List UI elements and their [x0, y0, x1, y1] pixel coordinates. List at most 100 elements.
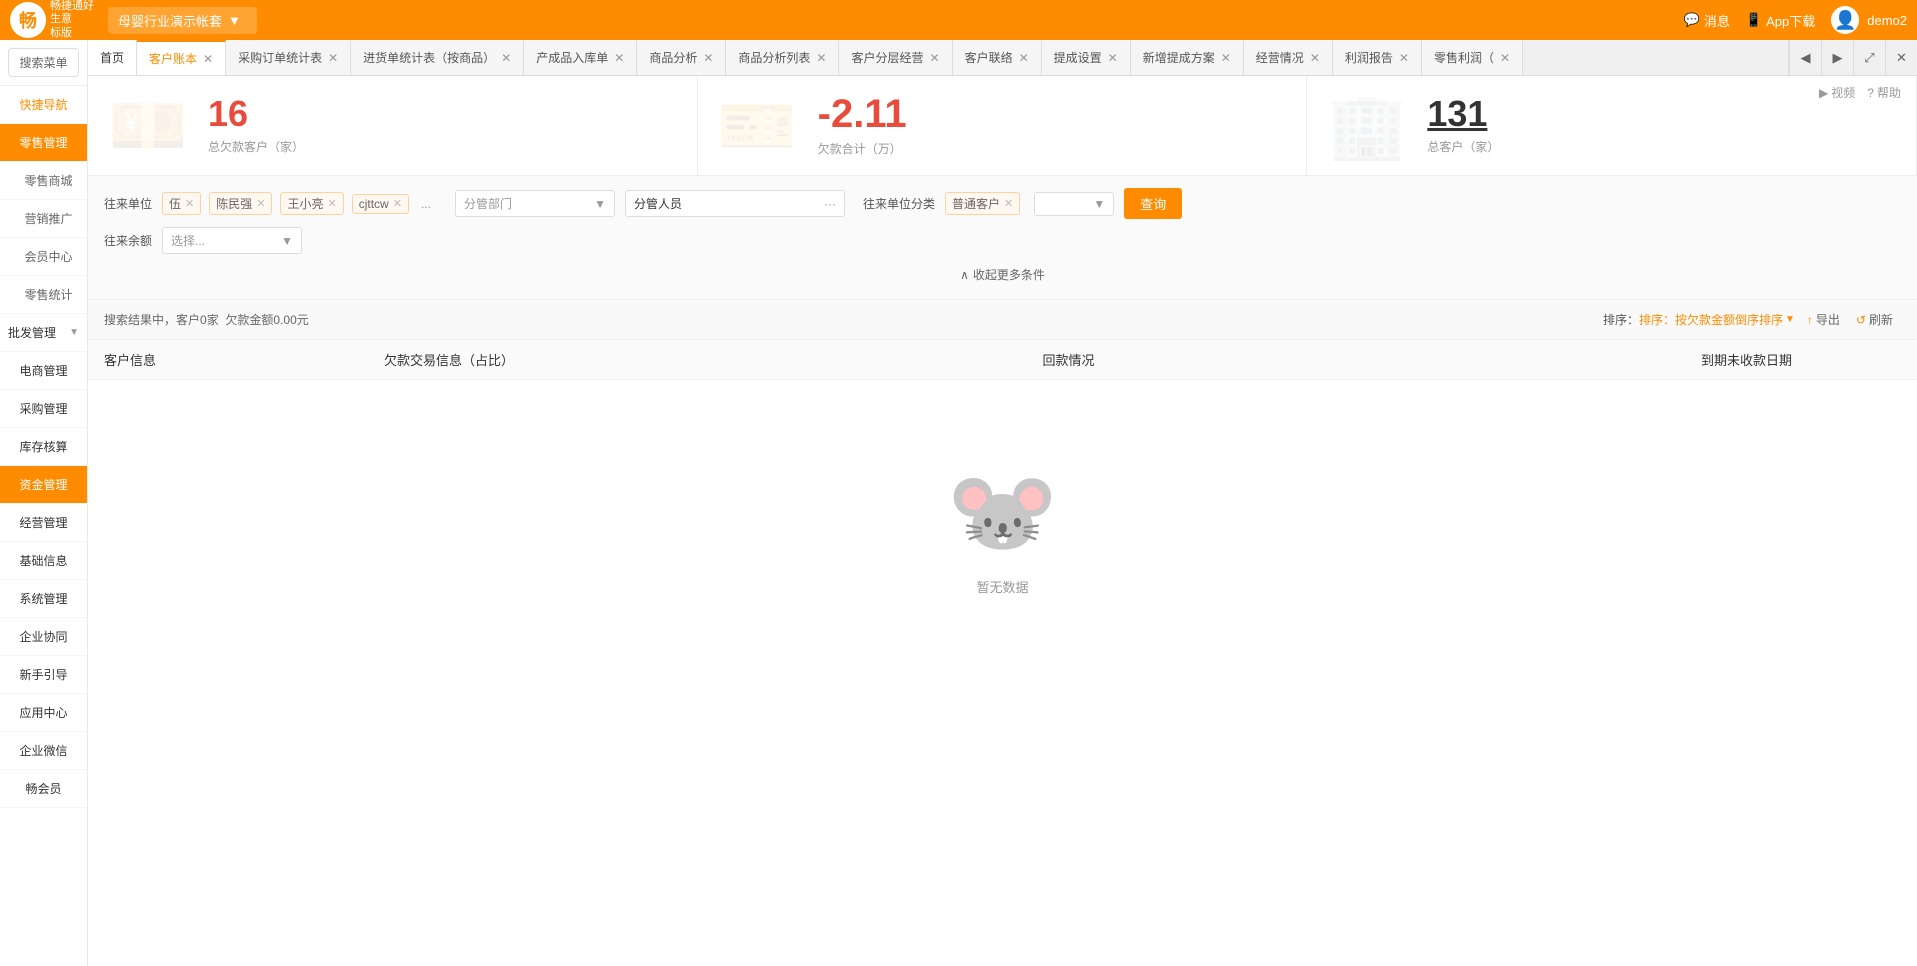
- person-filter-select[interactable]: 分管人员 ···: [625, 190, 845, 217]
- table-body: 🐭 暂无数据: [88, 380, 1917, 780]
- tab-next-btn[interactable]: ▶: [1821, 40, 1853, 76]
- sidebar-item-inventory[interactable]: 库存核算: [0, 428, 87, 466]
- remove-tag-cjttcw[interactable]: ✕: [393, 197, 402, 210]
- sidebar-item-system[interactable]: 系统管理: [0, 580, 87, 618]
- unit-tag-wang: 王小亮 ✕: [280, 192, 343, 215]
- sidebar-item-app-center[interactable]: 应用中心: [0, 694, 87, 732]
- tab-product-analysis[interactable]: 商品分析 ✕: [637, 40, 726, 76]
- tab-close-all-btn[interactable]: ✕: [1885, 40, 1917, 76]
- sidebar-item-ecommerce[interactable]: 电商管理: [0, 352, 87, 390]
- tab-extra-nav: ◀ ▶ ⤢ ✕: [1788, 40, 1917, 76]
- tab-close-customer-tier[interactable]: ✕: [930, 51, 940, 65]
- message-btn[interactable]: 💬 消息: [1684, 11, 1730, 30]
- export-btn[interactable]: ↑ 导出: [1799, 308, 1848, 331]
- collapse-filter-btn[interactable]: ∧ 收起更多条件: [956, 262, 1049, 287]
- tab-profit-report[interactable]: 利润报告 ✕: [1333, 40, 1422, 76]
- tab-accounts[interactable]: 客户账本 ✕: [137, 40, 226, 76]
- sidebar-item-base-info[interactable]: 基础信息: [0, 542, 87, 580]
- unit-tag-chen: 陈民强 ✕: [209, 192, 272, 215]
- remove-tag-chen[interactable]: ✕: [256, 197, 265, 210]
- empty-illustration: 🐭: [946, 460, 1058, 565]
- logo-icon: 畅: [10, 2, 46, 38]
- tab-business-status[interactable]: 经营情况 ✕: [1244, 40, 1333, 76]
- play-icon: ▶: [1819, 86, 1828, 100]
- stat-label-clients: 总客户（家）: [1427, 138, 1499, 155]
- export-icon: ↑: [1807, 313, 1813, 327]
- sidebar-item-wholesale[interactable]: 批发管理 ▼: [0, 314, 87, 352]
- store-selector[interactable]: 母婴行业演示帐套 ▼: [108, 7, 257, 34]
- empty-text: 暂无数据: [976, 577, 1028, 596]
- stats-row: 💴 16 总欠款客户（家） 🎫 -2.11 欠款合计（万）: [88, 76, 1917, 176]
- balance-filter-select[interactable]: 选择... ▼: [162, 227, 302, 254]
- tab-close-customer-contact[interactable]: ✕: [1019, 51, 1029, 65]
- unit-tag-cjttcw: cjttcw ✕: [352, 194, 409, 214]
- help-btn[interactable]: ? 帮助: [1867, 84, 1901, 101]
- sidebar: 搜索菜单 快捷导航 零售管理 零售商城 营销推广 会员中心 零售统计 批发管理 …: [0, 40, 88, 966]
- dept-filter-select[interactable]: 分管部门 ▼: [455, 190, 615, 217]
- stat-label-customers: 总欠款客户（家）: [208, 138, 304, 155]
- refresh-btn[interactable]: ↺ 刷新: [1848, 308, 1901, 331]
- sidebar-item-retail-mall[interactable]: 零售商城: [0, 162, 87, 200]
- sidebar-item-corp-coop[interactable]: 企业协同: [0, 618, 87, 656]
- page-content: ▶ 视频 ? 帮助 💴 1: [88, 76, 1917, 966]
- user-menu[interactable]: 👤 demo2: [1831, 6, 1907, 34]
- unit-tags-more[interactable]: ...: [417, 195, 435, 213]
- tab-close-raise-settings[interactable]: ✕: [1108, 51, 1118, 65]
- tab-close-product-analysis-list[interactable]: ✕: [816, 51, 826, 65]
- tab-raise-settings[interactable]: 提成设置 ✕: [1042, 40, 1131, 76]
- search-menu-button[interactable]: 搜索菜单: [8, 48, 79, 77]
- app-download-btn[interactable]: 📱 App下载: [1746, 11, 1815, 30]
- sort-select[interactable]: 排序： 排序：按欠款金额倒序排序 ▼: [1603, 311, 1795, 328]
- tab-home[interactable]: 首页: [88, 40, 137, 76]
- wholesale-arrow-icon: ▼: [69, 327, 79, 338]
- tab-inbound-stats[interactable]: 进货单统计表（按商品） ✕: [351, 40, 524, 76]
- message-icon: 💬: [1684, 12, 1700, 28]
- sidebar-item-guide[interactable]: 新手引导: [0, 656, 87, 694]
- tab-customer-contact[interactable]: 客户联络 ✕: [953, 40, 1042, 76]
- tab-close-product-analysis[interactable]: ✕: [703, 51, 713, 65]
- sidebar-item-retail[interactable]: 零售管理: [0, 124, 87, 162]
- tab-product-analysis-list[interactable]: 商品分析列表 ✕: [726, 40, 839, 76]
- filter-row-2: 往来余额 选择... ▼: [104, 227, 1901, 254]
- sort-arrow-icon: ▼: [1785, 314, 1795, 325]
- category-select[interactable]: ▼: [1034, 192, 1114, 216]
- results-bar: 搜索结果中，客户 0 家 欠款金额 0.00元 排序： 排序：按欠款金额倒序排序…: [88, 300, 1917, 340]
- tab-close-inbound-stats[interactable]: ✕: [501, 51, 511, 65]
- tab-close-profit-report[interactable]: ✕: [1399, 51, 1409, 65]
- tab-close-business-status[interactable]: ✕: [1310, 51, 1320, 65]
- tab-purchase-stats[interactable]: 采购订单统计表 ✕: [226, 40, 351, 76]
- sidebar-item-corp-wechat[interactable]: 企业微信: [0, 732, 87, 770]
- table-header: 客户信息 欠款交易信息（占比） 回款情况 到期未收款日期: [88, 340, 1917, 380]
- tab-close-accounts[interactable]: ✕: [203, 52, 213, 66]
- sidebar-item-marketing[interactable]: 营销推广: [0, 200, 87, 238]
- remove-category-tag[interactable]: ✕: [1004, 197, 1013, 210]
- sidebar-item-purchase[interactable]: 采购管理: [0, 390, 87, 428]
- sidebar-item-retail-stats[interactable]: 零售统计: [0, 276, 87, 314]
- tab-close-product-inbound[interactable]: ✕: [614, 51, 624, 65]
- stat-value-customers: 16: [208, 96, 304, 132]
- query-button[interactable]: 查询: [1124, 188, 1182, 219]
- dept-arrow-icon: ▼: [594, 197, 606, 211]
- remove-tag-wang[interactable]: ✕: [328, 197, 337, 210]
- tab-close-purchase-stats[interactable]: ✕: [328, 51, 338, 65]
- tab-product-inbound[interactable]: 产成品入库单 ✕: [524, 40, 637, 76]
- filter-row-1: 往来单位 伍 ✕ 陈民强 ✕: [104, 188, 1901, 219]
- sidebar-item-vip[interactable]: 畅会员: [0, 770, 87, 808]
- tab-expand-btn[interactable]: ⤢: [1853, 40, 1885, 76]
- tab-retail-profit[interactable]: 零售利润（ ✕: [1422, 40, 1523, 76]
- tab-prev-btn[interactable]: ◀: [1789, 40, 1821, 76]
- logo-area: 畅 畅捷通好生意 标版: [10, 0, 98, 40]
- sidebar-item-operations[interactable]: 经营管理: [0, 504, 87, 542]
- tab-customer-tier[interactable]: 客户分层经营 ✕: [839, 40, 952, 76]
- remove-tag-wu[interactable]: ✕: [185, 197, 194, 210]
- sidebar-item-quick-nav[interactable]: 快捷导航: [0, 86, 87, 124]
- sidebar-item-members[interactable]: 会员中心: [0, 238, 87, 276]
- video-help-btn[interactable]: ▶ 视频: [1819, 84, 1855, 101]
- category-arrow-icon: ▼: [1093, 197, 1105, 211]
- sidebar-item-finance[interactable]: 资金管理: [0, 466, 87, 504]
- tab-new-raise-plan[interactable]: 新增提成方案 ✕: [1131, 40, 1244, 76]
- help-icon: ?: [1867, 86, 1874, 100]
- col-due-date: 到期未收款日期: [1701, 350, 1901, 369]
- tab-close-retail-profit[interactable]: ✕: [1500, 51, 1510, 65]
- tab-close-new-raise-plan[interactable]: ✕: [1221, 51, 1231, 65]
